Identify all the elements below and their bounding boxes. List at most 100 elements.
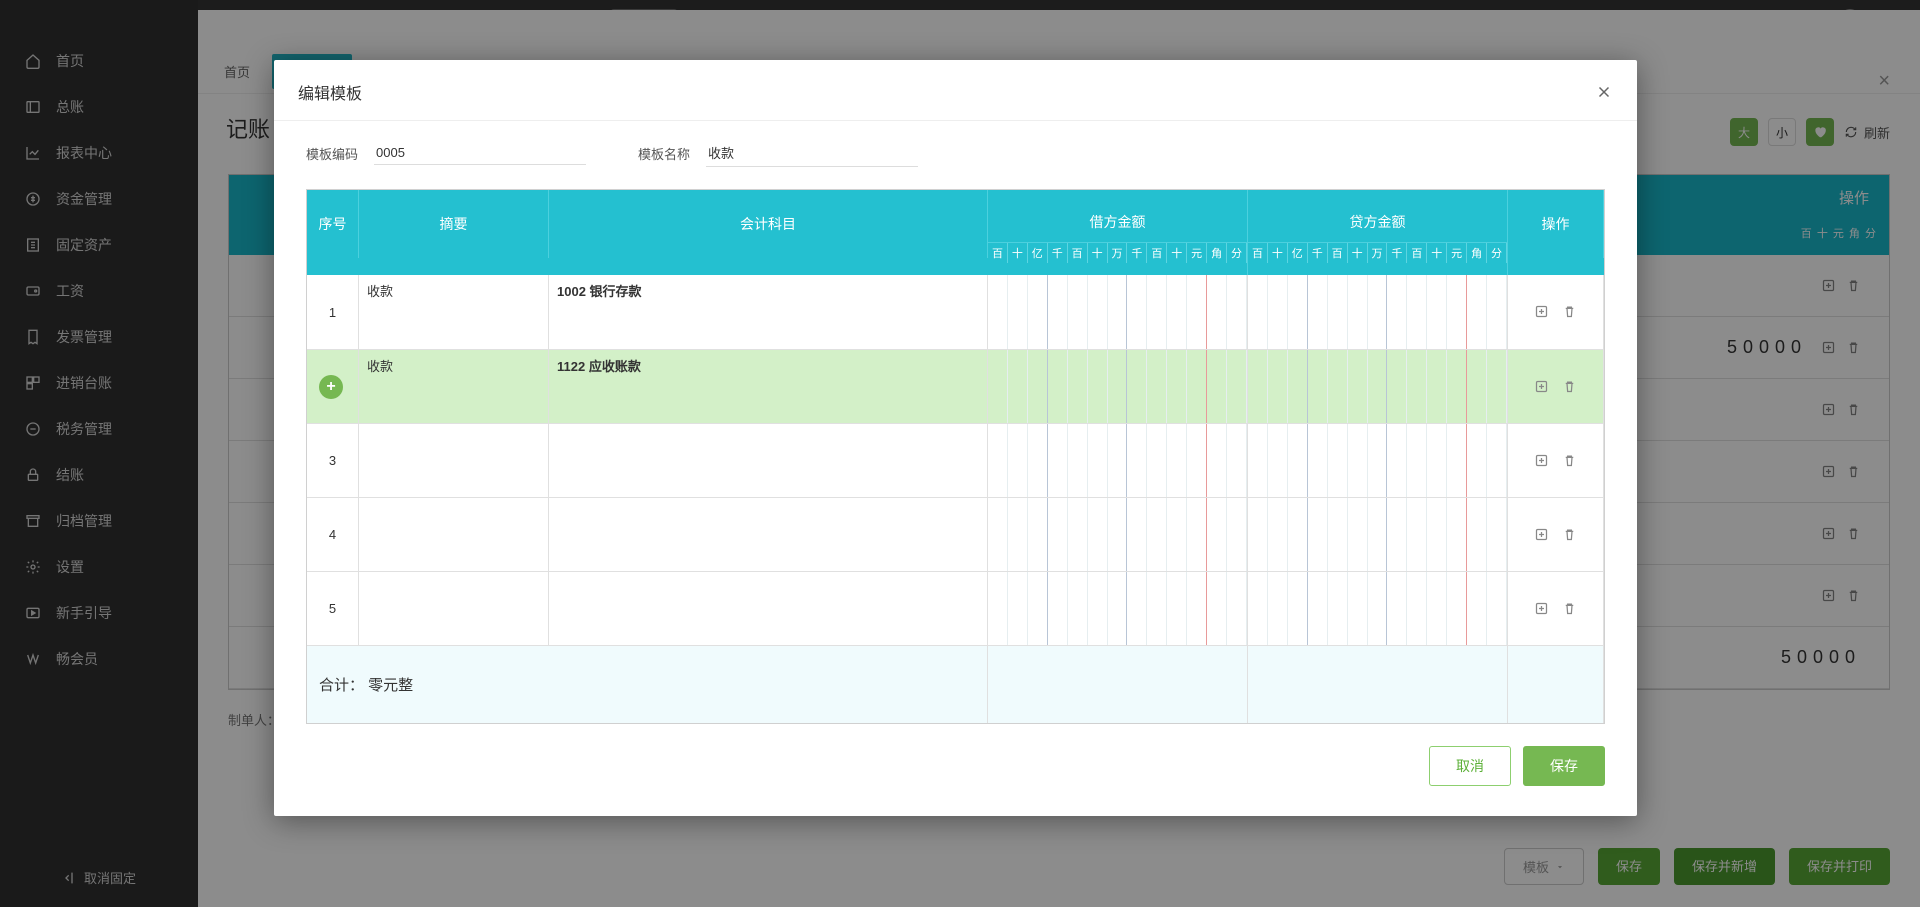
label: 税务管理 <box>56 419 112 439</box>
col-subject: 会计科目 <box>549 190 988 258</box>
label: 畅会员 <box>56 649 98 669</box>
cell-op <box>1508 424 1604 497</box>
col-summary: 摘要 <box>359 190 549 258</box>
cell-summary[interactable] <box>359 424 549 497</box>
template-dropdown[interactable]: 模板 <box>1504 848 1584 885</box>
save-button[interactable]: 保存 <box>1523 746 1605 786</box>
cell-seq: 5 <box>307 572 359 645</box>
cell-subject[interactable]: 1002 银行存款 <box>549 275 988 349</box>
cell-subject[interactable]: 1122 应收账款 <box>549 350 988 423</box>
wallet-icon <box>24 283 42 299</box>
sidebar-item-inventory[interactable]: 进销台账 <box>0 360 198 406</box>
receipt-icon <box>24 329 42 345</box>
cell-summary[interactable]: 收款 <box>359 350 549 423</box>
cell-debit[interactable] <box>988 572 1248 645</box>
close-tab-button[interactable]: × <box>1878 70 1890 93</box>
cell-credit[interactable] <box>1248 275 1508 349</box>
refresh-button[interactable]: 刷新 <box>1844 123 1890 142</box>
cell-summary[interactable] <box>359 572 549 645</box>
label: 固定资产 <box>56 235 112 255</box>
cell-seq: 1 <box>307 275 359 349</box>
sidebar-item-assets[interactable]: 固定资产 <box>0 222 198 268</box>
add-row-button[interactable]: + <box>319 375 343 399</box>
bg-scale-header: 百 十 元 角 分 <box>1801 225 1877 241</box>
label: 取消固定 <box>84 868 136 887</box>
close-icon <box>1595 83 1613 101</box>
template-code-input[interactable]: 0005 <box>374 141 586 165</box>
sidebar-item-reports[interactable]: 报表中心 <box>0 130 198 176</box>
label: 报表中心 <box>56 143 112 163</box>
cell-subject[interactable] <box>549 424 988 497</box>
archive-icon <box>24 513 42 529</box>
building-icon <box>24 237 42 253</box>
label: 归档管理 <box>56 511 112 531</box>
cancel-button[interactable]: 取消 <box>1429 746 1511 786</box>
cell-summary[interactable] <box>359 498 549 571</box>
sidebar-item-ledger[interactable]: 总账 <box>0 84 198 130</box>
cell-op <box>1508 572 1604 645</box>
table-row[interactable]: 5 <box>307 571 1604 645</box>
table-row[interactable]: 4 <box>307 497 1604 571</box>
template-name-input[interactable]: 收款 <box>706 139 918 167</box>
debit-digits: 百十亿千百十万千百十元角分 <box>988 243 1247 263</box>
copy-row-button[interactable] <box>1534 527 1550 543</box>
total-text: 合计： 零元整 <box>307 646 359 723</box>
modal-close-button[interactable] <box>1595 83 1613 101</box>
gear-icon <box>24 559 42 575</box>
cell-credit[interactable] <box>1248 350 1508 423</box>
sidebar-item-salary[interactable]: 工资 <box>0 268 198 314</box>
cell-credit[interactable] <box>1248 572 1508 645</box>
total-credit <box>1248 646 1508 723</box>
save-button-bg[interactable]: 保存 <box>1598 848 1660 885</box>
delete-row-button[interactable] <box>1562 453 1578 469</box>
page-toolbar: 大 小 刷新 <box>1730 118 1890 146</box>
save-print-button-bg[interactable]: 保存并打印 <box>1789 848 1890 885</box>
cell-subject[interactable] <box>549 572 988 645</box>
sidebar-item-closing[interactable]: 结账 <box>0 452 198 498</box>
delete-row-button[interactable] <box>1562 304 1578 320</box>
col-debit: 借方金额 <box>988 202 1247 243</box>
label: 总账 <box>56 97 84 117</box>
creator-label: 制单人： <box>228 713 280 728</box>
cell-op <box>1508 350 1604 423</box>
cell-debit[interactable] <box>988 350 1248 423</box>
col-seq: 序号 <box>307 190 359 258</box>
copy-row-button[interactable] <box>1534 304 1550 320</box>
copy-row-button[interactable] <box>1534 379 1550 395</box>
favorite-button[interactable] <box>1806 118 1834 146</box>
cell-credit[interactable] <box>1248 424 1508 497</box>
sidebar-item-tax[interactable]: 税务管理 <box>0 406 198 452</box>
cell-seq: 3 <box>307 424 359 497</box>
save-new-button-bg[interactable]: 保存并新增 <box>1674 848 1775 885</box>
sidebar-unpin[interactable]: 取消固定 <box>0 868 198 887</box>
delete-row-button[interactable] <box>1562 527 1578 543</box>
sidebar-item-guide[interactable]: 新手引导 <box>0 590 198 636</box>
sidebar-item-home[interactable]: 首页 <box>0 38 198 84</box>
table-row[interactable]: 1收款1002 银行存款 <box>307 275 1604 349</box>
table-row[interactable]: 3 <box>307 423 1604 497</box>
cell-debit[interactable] <box>988 498 1248 571</box>
cell-summary[interactable]: 收款 <box>359 275 549 349</box>
cell-debit[interactable] <box>988 275 1248 349</box>
template-code-label: 模板编码 <box>306 144 358 163</box>
delete-row-button[interactable] <box>1562 601 1578 617</box>
size-small-button[interactable]: 小 <box>1768 118 1796 146</box>
sidebar-item-archive[interactable]: 归档管理 <box>0 498 198 544</box>
size-large-button[interactable]: 大 <box>1730 118 1758 146</box>
cell-seq: 4 <box>307 498 359 571</box>
table-row[interactable]: + 收款1122 应收账款 <box>307 349 1604 423</box>
tab-home[interactable]: 首页 <box>210 54 264 89</box>
cell-debit[interactable] <box>988 424 1248 497</box>
money-icon <box>24 191 42 207</box>
label: 进销台账 <box>56 373 112 393</box>
copy-row-button[interactable] <box>1534 601 1550 617</box>
cell-subject[interactable] <box>549 498 988 571</box>
sidebar-item-invoice[interactable]: 发票管理 <box>0 314 198 360</box>
sidebar-item-settings[interactable]: 设置 <box>0 544 198 590</box>
cell-credit[interactable] <box>1248 498 1508 571</box>
sidebar-item-member[interactable]: 畅会员 <box>0 636 198 682</box>
modal-title: 编辑模板 <box>298 80 362 104</box>
delete-row-button[interactable] <box>1562 379 1578 395</box>
copy-row-button[interactable] <box>1534 453 1550 469</box>
sidebar-item-funds[interactable]: 资金管理 <box>0 176 198 222</box>
